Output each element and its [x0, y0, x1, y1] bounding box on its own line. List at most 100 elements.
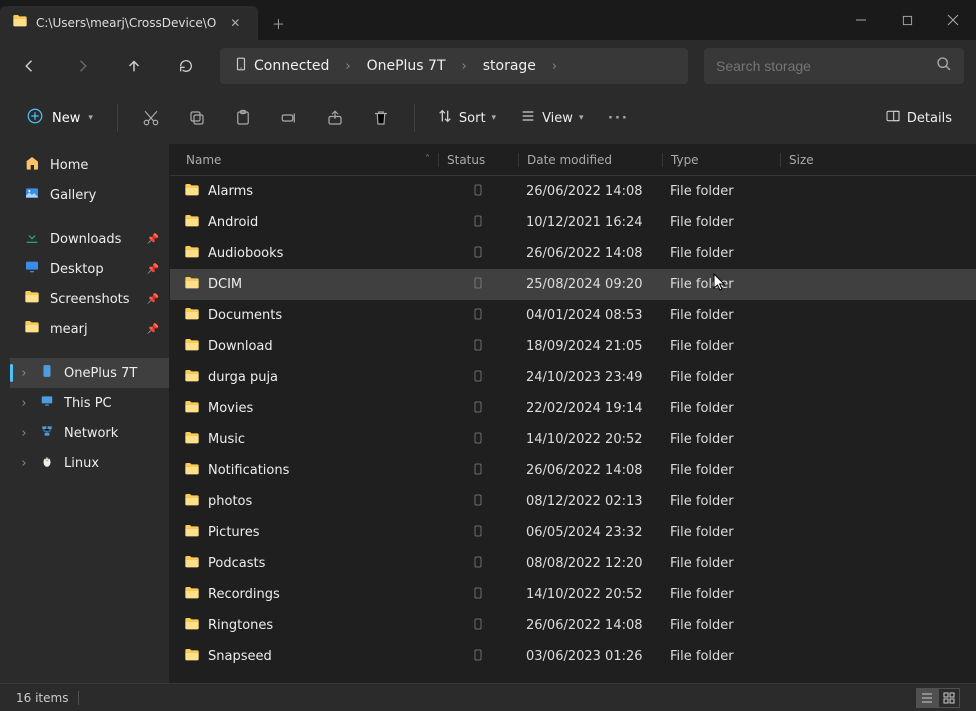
search-icon[interactable] — [936, 56, 952, 76]
search-box[interactable] — [704, 48, 964, 84]
sidebar-pinned-mearj[interactable]: mearj 📌 — [0, 314, 169, 344]
row-name: Music — [208, 432, 245, 447]
status-count: 16 items — [16, 691, 68, 705]
table-row[interactable]: Movies22/02/2024 19:14File folder — [170, 393, 976, 424]
chevron-right-icon[interactable]: › — [456, 59, 473, 74]
active-tab[interactable]: C:\Users\mearj\CrossDevice\O ✕ — [0, 6, 258, 40]
row-type: File folder — [662, 587, 780, 602]
details-button[interactable]: Details — [877, 104, 960, 132]
minimize-button[interactable] — [838, 0, 884, 40]
row-status-icon — [438, 276, 518, 294]
new-button[interactable]: New ▾ — [16, 101, 103, 135]
row-type: File folder — [662, 649, 780, 664]
breadcrumb-connected[interactable]: Connected — [224, 48, 339, 84]
sidebar-item-label: This PC — [64, 396, 112, 411]
row-date: 26/06/2022 14:08 — [518, 246, 662, 261]
table-row[interactable]: Snapseed03/06/2023 01:26File folder — [170, 641, 976, 672]
refresh-button[interactable] — [168, 48, 204, 84]
folder-icon — [184, 616, 200, 636]
back-button[interactable] — [12, 48, 48, 84]
sidebar-item-label: Desktop — [50, 262, 104, 277]
row-date: 22/02/2024 19:14 — [518, 401, 662, 416]
copy-button[interactable] — [178, 99, 216, 137]
column-headers[interactable]: Name ˄ Status Date modified Type Size — [170, 144, 976, 176]
cut-button[interactable] — [132, 99, 170, 137]
sidebar-item-label: Network — [64, 426, 118, 441]
sort-button[interactable]: Sort ▾ — [429, 104, 504, 132]
downloads-icon — [24, 229, 40, 249]
row-type: File folder — [662, 308, 780, 323]
icons-view-toggle[interactable] — [938, 688, 960, 708]
row-name: Pictures — [208, 525, 259, 540]
sort-label: Sort — [459, 111, 486, 126]
details-label: Details — [907, 111, 952, 126]
table-row[interactable]: DCIM25/08/2024 09:20File folder — [170, 269, 976, 300]
folder-icon — [184, 492, 200, 512]
col-header-size[interactable]: Size — [780, 153, 860, 167]
col-header-name[interactable]: Name ˄ — [178, 153, 438, 167]
table-row[interactable]: Recordings14/10/2022 20:52File folder — [170, 579, 976, 610]
sidebar-tree-network[interactable]: › Network — [10, 418, 169, 448]
folder-icon — [184, 244, 200, 264]
row-name: Recordings — [208, 587, 280, 602]
titlebar[interactable]: C:\Users\mearj\CrossDevice\O ✕ ＋ — [0, 0, 976, 40]
sidebar-home[interactable]: Home — [0, 150, 169, 180]
chevron-down-icon: ▾ — [492, 113, 497, 123]
sidebar-pinned-downloads[interactable]: Downloads 📌 — [0, 224, 169, 254]
details-view-toggle[interactable] — [916, 688, 938, 708]
share-button[interactable] — [316, 99, 354, 137]
table-row[interactable]: Audiobooks26/06/2022 14:08File folder — [170, 238, 976, 269]
table-row[interactable]: Android10/12/2021 16:24File folder — [170, 207, 976, 238]
sort-icon — [437, 108, 453, 128]
chevron-right-icon[interactable]: › — [339, 59, 356, 74]
expand-icon[interactable]: › — [18, 456, 30, 471]
expand-icon[interactable]: › — [18, 396, 30, 411]
expand-icon[interactable]: › — [18, 366, 30, 381]
breadcrumb[interactable]: Connected › OnePlus 7T › storage › — [220, 48, 688, 84]
delete-button[interactable] — [362, 99, 400, 137]
table-row[interactable]: Music14/10/2022 20:52File folder — [170, 424, 976, 455]
folder-icon — [184, 275, 200, 295]
table-row[interactable]: Podcasts08/08/2022 12:20File folder — [170, 548, 976, 579]
pin-icon: 📌 — [147, 294, 159, 305]
breadcrumb-device[interactable]: OnePlus 7T — [357, 48, 456, 84]
view-button[interactable]: View ▾ — [512, 104, 591, 132]
table-row[interactable]: Ringtones26/06/2022 14:08File folder — [170, 610, 976, 641]
table-row[interactable]: Documents04/01/2024 08:53File folder — [170, 300, 976, 331]
maximize-button[interactable] — [884, 0, 930, 40]
table-row[interactable]: Download18/09/2024 21:05File folder — [170, 331, 976, 362]
row-name: Notifications — [208, 463, 289, 478]
forward-button[interactable] — [64, 48, 100, 84]
breadcrumb-label: OnePlus 7T — [367, 58, 446, 74]
table-row[interactable]: photos08/12/2022 02:13File folder — [170, 486, 976, 517]
table-row[interactable]: durga puja24/10/2023 23:49File folder — [170, 362, 976, 393]
pin-icon: 📌 — [147, 264, 159, 275]
table-row[interactable]: Alarms26/06/2022 14:08File folder — [170, 176, 976, 207]
table-row[interactable]: Pictures06/05/2024 23:32File folder — [170, 517, 976, 548]
col-header-type[interactable]: Type — [662, 153, 780, 167]
sidebar-item-label: OnePlus 7T — [64, 366, 137, 381]
sidebar-pinned-screenshots[interactable]: Screenshots 📌 — [0, 284, 169, 314]
paste-button[interactable] — [224, 99, 262, 137]
sidebar-tree-thispc[interactable]: › This PC — [10, 388, 169, 418]
col-header-status[interactable]: Status — [438, 153, 518, 167]
tab-title: C:\Users\mearj\CrossDevice\O — [36, 16, 216, 30]
col-header-date[interactable]: Date modified — [518, 153, 662, 167]
breadcrumb-storage[interactable]: storage — [473, 48, 546, 84]
close-window-button[interactable] — [930, 0, 976, 40]
expand-icon[interactable]: › — [18, 426, 30, 441]
chevron-right-icon[interactable]: › — [546, 59, 563, 74]
rename-button[interactable] — [270, 99, 308, 137]
sidebar-tree-linux[interactable]: › Linux — [10, 448, 169, 478]
sidebar-gallery[interactable]: Gallery — [0, 180, 169, 210]
search-input[interactable] — [716, 58, 928, 74]
sidebar-pinned-desktop[interactable]: Desktop 📌 — [0, 254, 169, 284]
folder-icon — [184, 399, 200, 419]
sidebar-tree-oneplus[interactable]: › OnePlus 7T — [10, 358, 169, 388]
more-button[interactable]: ··· — [599, 99, 637, 137]
table-row[interactable]: Notifications26/06/2022 14:08File folder — [170, 455, 976, 486]
up-button[interactable] — [116, 48, 152, 84]
folder-icon — [184, 647, 200, 667]
close-tab-icon[interactable]: ✕ — [224, 14, 246, 32]
new-tab-button[interactable]: ＋ — [258, 6, 298, 40]
